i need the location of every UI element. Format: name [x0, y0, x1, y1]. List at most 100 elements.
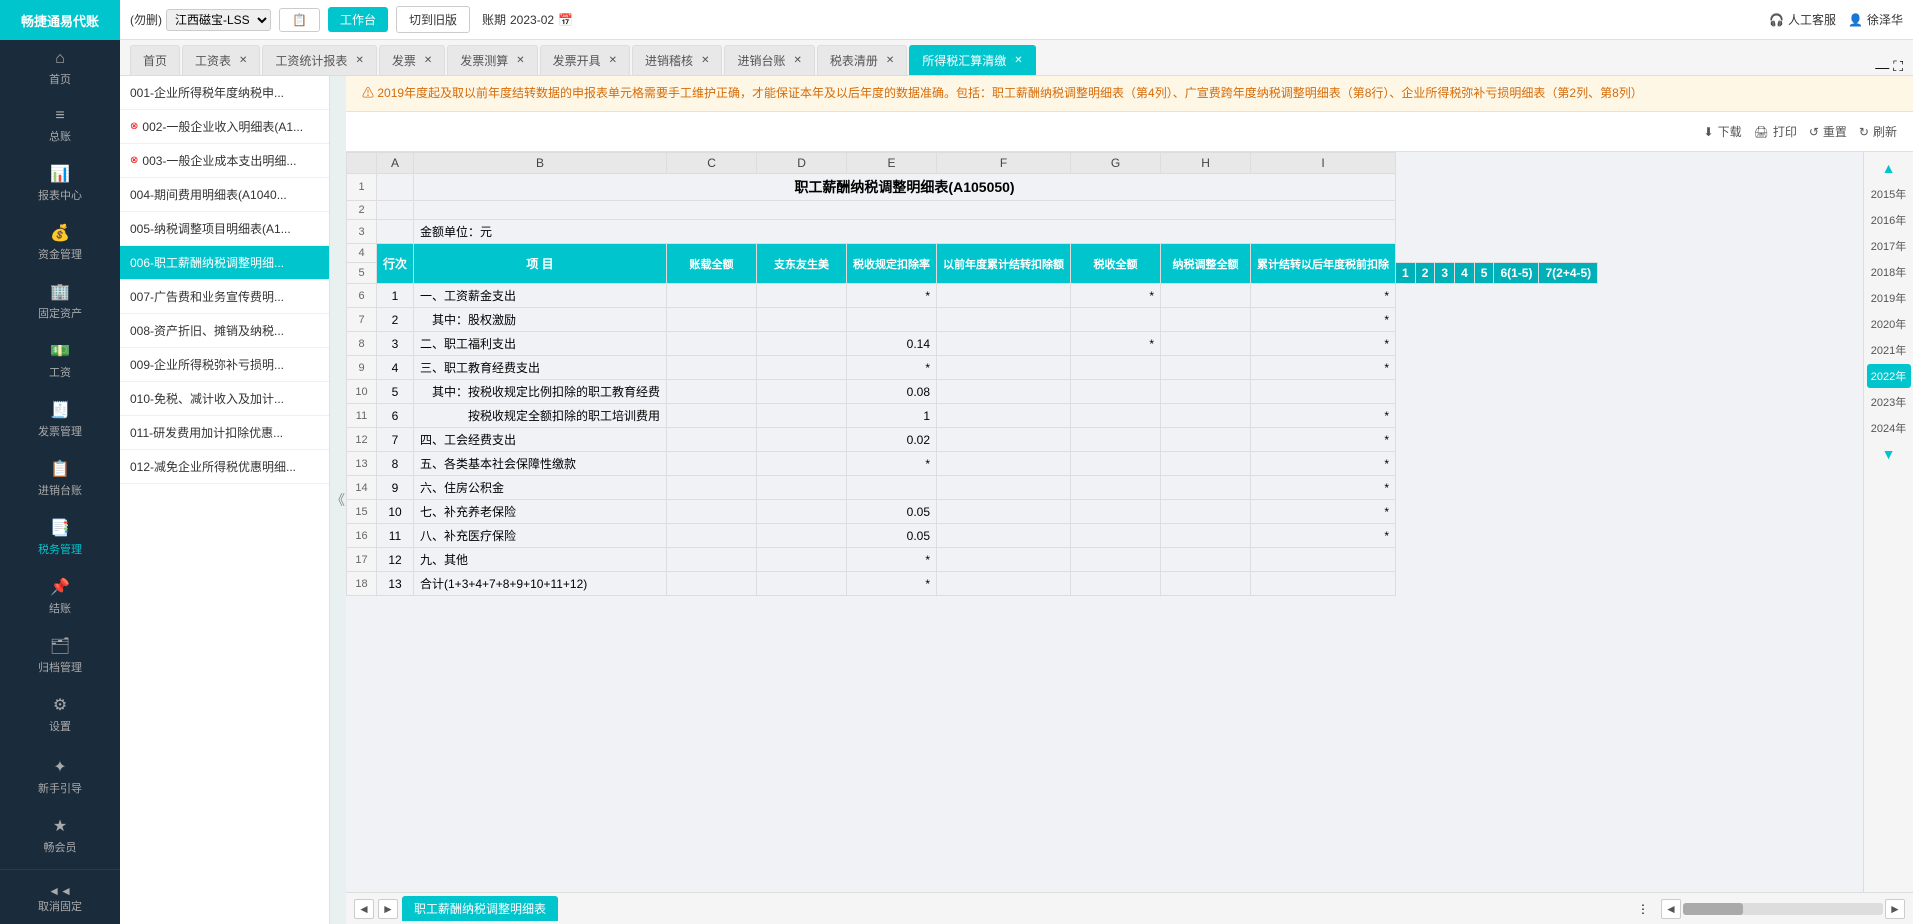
cell-8B[interactable]: 二、职工福利支出: [414, 332, 667, 356]
cell-12E[interactable]: 0.02: [847, 428, 937, 452]
cell-7C[interactable]: [667, 308, 757, 332]
cell-7B[interactable]: 其中：股权激励: [414, 308, 667, 332]
cell-12B[interactable]: 四、工会经费支出: [414, 428, 667, 452]
left-panel-item-007[interactable]: 007-广告费和业务宣传费明...: [120, 280, 329, 314]
sheet-nav-right[interactable]: ►: [378, 899, 398, 919]
cell-13D[interactable]: [757, 452, 847, 476]
cell-14F[interactable]: [937, 476, 1071, 500]
cell-15F[interactable]: [937, 500, 1071, 524]
cell-9B[interactable]: 三、职工教育经费支出: [414, 356, 667, 380]
left-panel-item-003[interactable]: ⊗ 003-一般企业成本支出明细...: [120, 144, 329, 178]
sheet-options-icon[interactable]: ⋮: [1637, 902, 1649, 916]
company-selector[interactable]: (勿删) 江西磁宝-LSS: [130, 9, 271, 31]
cell-10B[interactable]: 其中：按税收规定比例扣除的职工教育经费: [414, 380, 667, 404]
sidebar-item-closing[interactable]: 📌 结账: [0, 567, 120, 626]
tab-income-tax[interactable]: 所得税汇算清缴 ✕: [909, 45, 1035, 75]
cell-7A[interactable]: 2: [377, 308, 414, 332]
copy-btn[interactable]: 📋: [279, 8, 320, 32]
cell-15C[interactable]: [667, 500, 757, 524]
cell-10F[interactable]: [937, 380, 1071, 404]
cell-18H[interactable]: [1161, 572, 1251, 596]
sidebar-item-salary[interactable]: 💵 工资: [0, 331, 120, 390]
refresh-btn[interactable]: ↻ 刷新: [1859, 123, 1897, 140]
cell-8A[interactable]: 3: [377, 332, 414, 356]
tab-inout-verify[interactable]: 进销稽核 ✕: [632, 45, 722, 75]
cell-6H[interactable]: [1161, 284, 1251, 308]
left-panel-item-009[interactable]: 009-企业所得税弥补亏损明...: [120, 348, 329, 382]
cell-18F[interactable]: [937, 572, 1071, 596]
cell-17C[interactable]: [667, 548, 757, 572]
print-btn[interactable]: 🖨 打印: [1754, 123, 1797, 140]
cell-8C[interactable]: [667, 332, 757, 356]
panel-collapse-btn[interactable]: 《: [330, 76, 346, 924]
reset-btn[interactable]: ↺ 重置: [1809, 123, 1847, 140]
cell-14B[interactable]: 六、住房公积金: [414, 476, 667, 500]
cell-7F[interactable]: [937, 308, 1071, 332]
cell-9E[interactable]: *: [847, 356, 937, 380]
cell-17H[interactable]: [1161, 548, 1251, 572]
cell-17F[interactable]: [937, 548, 1071, 572]
cell-10H[interactable]: [1161, 380, 1251, 404]
cell-17I[interactable]: [1251, 548, 1396, 572]
cell-9F[interactable]: [937, 356, 1071, 380]
calendar-icon[interactable]: 📅: [558, 13, 573, 27]
tab-inout-ledger[interactable]: 进销台账 ✕: [724, 45, 814, 75]
workspace-btn[interactable]: 工作台: [328, 7, 388, 32]
cell-9H[interactable]: [1161, 356, 1251, 380]
cell-15G[interactable]: [1071, 500, 1161, 524]
sidebar-item-sales[interactable]: 📋 进销台账: [0, 449, 120, 508]
sidebar-item-unpin[interactable]: ◄◄ 取消固定: [0, 874, 120, 924]
cell-15A[interactable]: 10: [377, 500, 414, 524]
cell-17B[interactable]: 九、其他: [414, 548, 667, 572]
cell-10I[interactable]: [1251, 380, 1396, 404]
year-scroll-up[interactable]: ▲: [1877, 156, 1901, 180]
cell-10G[interactable]: [1071, 380, 1161, 404]
cell-17D[interactable]: [757, 548, 847, 572]
cell-12C[interactable]: [667, 428, 757, 452]
tab-payroll[interactable]: 工资表 ✕: [182, 45, 260, 75]
left-panel-item-010[interactable]: 010-免税、减计收入及加计...: [120, 382, 329, 416]
cell-12F[interactable]: [937, 428, 1071, 452]
cell-13H[interactable]: [1161, 452, 1251, 476]
cell-14C[interactable]: [667, 476, 757, 500]
sidebar-item-tax[interactable]: 📑 税务管理: [0, 508, 120, 567]
cell-1A[interactable]: [377, 174, 414, 201]
cell-11E[interactable]: 1: [847, 404, 937, 428]
left-panel-item-001[interactable]: 001-企业所得税年度纳税申...: [120, 76, 329, 110]
cell-9C[interactable]: [667, 356, 757, 380]
cell-17A[interactable]: 12: [377, 548, 414, 572]
cell-13I[interactable]: *: [1251, 452, 1396, 476]
cell-11B[interactable]: 按税收规定全额扣除的职工培训费用: [414, 404, 667, 428]
tab-inout-verify-close[interactable]: ✕: [701, 55, 709, 66]
cell-16H[interactable]: [1161, 524, 1251, 548]
cell-16F[interactable]: [937, 524, 1071, 548]
year-btn-2018[interactable]: 2018年: [1867, 260, 1911, 284]
year-btn-2020[interactable]: 2020年: [1867, 312, 1911, 336]
cell-8F[interactable]: [937, 332, 1071, 356]
left-panel-item-011[interactable]: 011-研发费用加计扣除优惠...: [120, 416, 329, 450]
cell-7E[interactable]: [847, 308, 937, 332]
cell-2B[interactable]: [414, 201, 1396, 220]
tab-payroll-stat[interactable]: 工资统计报表 ✕: [262, 45, 376, 75]
left-panel-item-012[interactable]: 012-减免企业所得税优惠明细...: [120, 450, 329, 484]
sidebar-item-member[interactable]: ★ 畅会员: [0, 806, 120, 865]
cell-6B[interactable]: 一、工资薪金支出: [414, 284, 667, 308]
cell-13F[interactable]: [937, 452, 1071, 476]
cell-11C[interactable]: [667, 404, 757, 428]
year-btn-2019[interactable]: 2019年: [1867, 286, 1911, 310]
tab-inout-ledger-close[interactable]: ✕: [793, 55, 801, 66]
sidebar-item-capital[interactable]: 💰 资金管理: [0, 213, 120, 272]
cell-6C[interactable]: [667, 284, 757, 308]
cell-16B[interactable]: 八、补充医疗保险: [414, 524, 667, 548]
cell-12D[interactable]: [757, 428, 847, 452]
cell-18E[interactable]: *: [847, 572, 937, 596]
cell-10D[interactable]: [757, 380, 847, 404]
cell-14E[interactable]: [847, 476, 937, 500]
cell-8D[interactable]: [757, 332, 847, 356]
cell-9D[interactable]: [757, 356, 847, 380]
cell-13E[interactable]: *: [847, 452, 937, 476]
cell-6F[interactable]: [937, 284, 1071, 308]
download-btn[interactable]: ⬇ 下载: [1704, 123, 1742, 140]
tab-collapse-icon[interactable]: —: [1875, 59, 1889, 75]
tab-expand-icon[interactable]: ⛶: [1893, 58, 1903, 75]
